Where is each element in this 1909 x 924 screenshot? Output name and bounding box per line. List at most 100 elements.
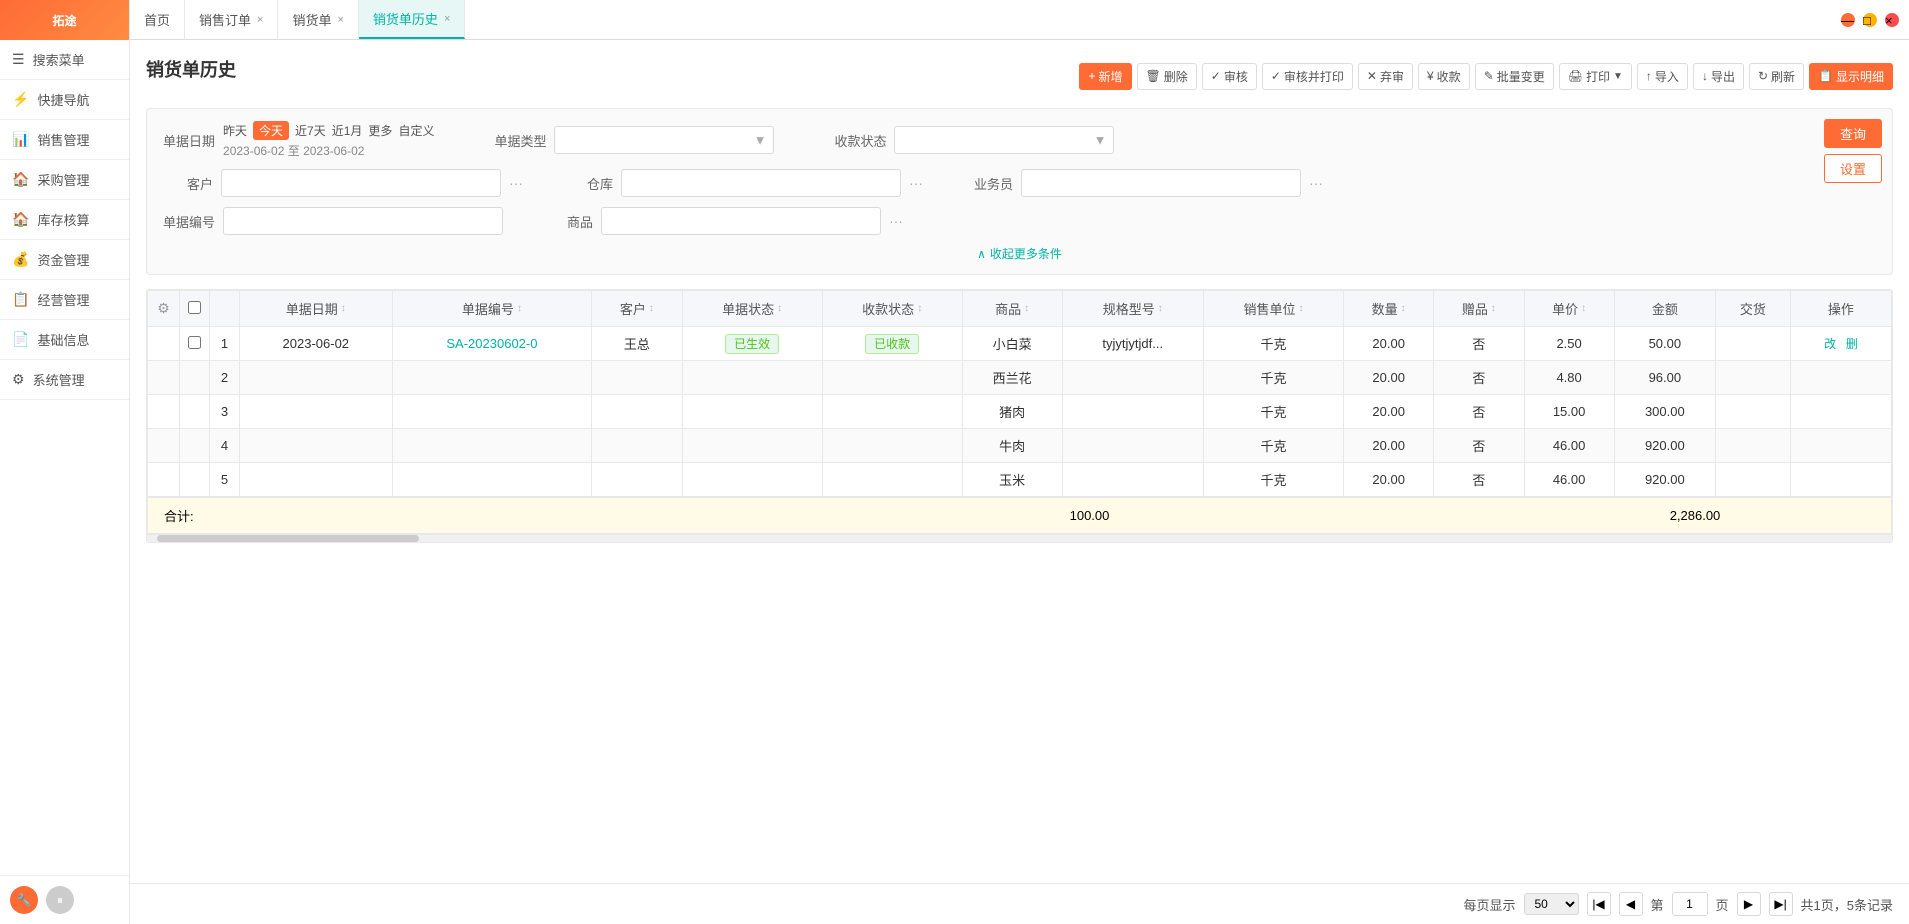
type-select[interactable] xyxy=(554,126,774,154)
last-page-btn[interactable]: ▶| xyxy=(1769,892,1793,916)
query-button[interactable]: 查询 xyxy=(1824,119,1882,148)
abandon-button[interactable]: ✕ 弃审 xyxy=(1358,63,1413,90)
cell-qty-2: 20.00 xyxy=(1344,395,1434,429)
th-customer[interactable]: 客户 ↕ xyxy=(592,291,682,327)
payment-select[interactable] xyxy=(894,126,1114,154)
add-button[interactable]: + 新增 xyxy=(1079,63,1131,90)
tab-sales-order[interactable]: 销售订单 × xyxy=(185,0,278,39)
cell-customer-4 xyxy=(592,463,682,497)
th-spec[interactable]: 规格型号 ↕ xyxy=(1062,291,1203,327)
window-close-btn[interactable]: × xyxy=(1885,13,1899,27)
sidebar-item-quick-nav[interactable]: ⚡ 快捷导航 xyxy=(0,80,129,120)
print-button[interactable]: 🖨 打印 ▼ xyxy=(1559,63,1632,90)
customer-dots[interactable]: ··· xyxy=(509,175,523,191)
sort-spec[interactable]: 规格型号 ↕ xyxy=(1103,299,1163,318)
select-all-checkbox[interactable] xyxy=(188,301,201,314)
sort-icon-spec: ↕ xyxy=(1158,303,1163,314)
doc-no-input[interactable] xyxy=(223,207,503,235)
next-page-btn[interactable]: ▶ xyxy=(1737,892,1761,916)
sort-unit[interactable]: 销售单位 ↕ xyxy=(1244,299,1304,318)
cell-doc-no-4[interactable] xyxy=(392,463,592,497)
date-shortcut-more[interactable]: 更多 xyxy=(368,122,392,139)
warehouse-dots[interactable]: ··· xyxy=(909,175,923,191)
cell-pay-status-0: 已收款 xyxy=(822,327,962,361)
tab-sales-history[interactable]: 销货单历史 × xyxy=(359,0,465,39)
tab-sales-goods[interactable]: 销货单 × xyxy=(278,0,358,39)
action-delete-0[interactable]: 删 xyxy=(1846,337,1858,351)
refresh-button[interactable]: ↻ 刷新 xyxy=(1749,63,1804,90)
goods-dots[interactable]: ··· xyxy=(889,213,903,229)
close-tab-sales-history[interactable]: × xyxy=(444,13,450,25)
th-settings[interactable]: ⚙ xyxy=(148,291,180,327)
sort-doc-date[interactable]: 单据日期 ↕ xyxy=(286,299,346,318)
sidebar-item-sales-mgmt[interactable]: 📊 销售管理 xyxy=(0,120,129,160)
action-edit-0[interactable]: 改 xyxy=(1824,337,1836,351)
cell-doc-no-2[interactable] xyxy=(392,395,592,429)
th-unit[interactable]: 销售单位 ↕ xyxy=(1203,291,1343,327)
th-doc-no[interactable]: 单据编号 ↕ xyxy=(392,291,592,327)
sidebar-item-search-menu[interactable]: ☰ 搜索菜单 xyxy=(0,40,129,80)
goods-input[interactable] xyxy=(601,207,881,235)
th-gift[interactable]: 赠品 ↕ xyxy=(1434,291,1524,327)
th-price[interactable]: 单价 ↕ xyxy=(1524,291,1614,327)
setting-button[interactable]: 设置 xyxy=(1824,154,1882,183)
audit-print-button[interactable]: ✓ 审核并打印 xyxy=(1262,63,1353,90)
first-page-btn[interactable]: |◀ xyxy=(1587,892,1611,916)
date-shortcut-yesterday[interactable]: 昨天 xyxy=(223,122,247,139)
date-shortcut-today[interactable]: 今天 xyxy=(253,121,289,140)
sort-customer[interactable]: 客户 ↕ xyxy=(620,299,654,318)
close-tab-sales-order[interactable]: × xyxy=(257,14,263,26)
cell-doc-no-3[interactable] xyxy=(392,429,592,463)
cell-doc-no-0[interactable]: SA-20230602-0 xyxy=(392,327,592,361)
sort-doc-no[interactable]: 单据编号 ↕ xyxy=(462,299,522,318)
salesperson-dots[interactable]: ··· xyxy=(1309,175,1323,191)
warehouse-input[interactable] xyxy=(621,169,901,197)
sidebar-settings-btn[interactable]: 🔧 xyxy=(10,886,38,914)
collapse-filter-btn[interactable]: ∧ 收起更多条件 xyxy=(163,245,1876,262)
quick-nav-icon: ⚡ xyxy=(12,91,29,108)
horizontal-scrollbar[interactable] xyxy=(147,534,1892,542)
date-shortcut-custom[interactable]: 自定义 xyxy=(398,122,434,139)
customer-input[interactable] xyxy=(221,169,501,197)
date-shortcut-1month[interactable]: 近1月 xyxy=(332,122,363,139)
page-input[interactable] xyxy=(1672,892,1708,916)
salesperson-input[interactable] xyxy=(1021,169,1301,197)
prev-page-btn[interactable]: ◀ xyxy=(1619,892,1643,916)
sort-gift[interactable]: 赠品 ↕ xyxy=(1462,299,1496,318)
window-maximize-btn[interactable]: □ xyxy=(1863,13,1877,27)
collect-button[interactable]: ¥ 收款 xyxy=(1418,63,1470,90)
audit-button[interactable]: ✓ 审核 xyxy=(1202,63,1257,90)
sidebar-pause-btn[interactable]: ⏸ xyxy=(46,886,74,914)
sidebar-item-purchase-mgmt[interactable]: 🏠 采购管理 xyxy=(0,160,129,200)
tab-home[interactable]: 首页 xyxy=(130,0,185,39)
sidebar-item-basic-info[interactable]: 📄 基础信息 xyxy=(0,320,129,360)
batch-change-button[interactable]: ✎ 批量变更 xyxy=(1475,63,1554,90)
show-detail-button[interactable]: 📋 显示明细 xyxy=(1809,63,1893,90)
sort-pay-status[interactable]: 收款状态 ↕ xyxy=(862,299,922,318)
th-qty[interactable]: 数量 ↕ xyxy=(1344,291,1434,327)
row-checkbox-0[interactable] xyxy=(188,336,201,349)
sidebar-item-sys-mgmt[interactable]: ⚙ 系统管理 xyxy=(0,360,129,400)
close-tab-sales-goods[interactable]: × xyxy=(337,14,343,26)
th-doc-status[interactable]: 单据状态 ↕ xyxy=(682,291,822,327)
th-goods[interactable]: 商品 ↕ xyxy=(962,291,1062,327)
date-shortcut-7days[interactable]: 近7天 xyxy=(295,122,326,139)
th-trade: 交货 xyxy=(1715,291,1790,327)
delete-button[interactable]: 🗑 删除 xyxy=(1137,63,1197,90)
sort-price[interactable]: 单价 ↕ xyxy=(1552,299,1586,318)
page-size-select[interactable]: 50 100 200 xyxy=(1524,893,1579,915)
import-button[interactable]: ↑ 导入 xyxy=(1637,63,1688,90)
filter-payment-field: 收款状态 ▼ xyxy=(834,126,1114,154)
th-pay-status[interactable]: 收款状态 ↕ xyxy=(822,291,962,327)
sidebar-item-ops[interactable]: 📋 经营管理 xyxy=(0,280,129,320)
sort-qty[interactable]: 数量 ↕ xyxy=(1372,299,1406,318)
export-button[interactable]: ↓ 导出 xyxy=(1693,63,1744,90)
sort-doc-status[interactable]: 单据状态 ↕ xyxy=(722,299,782,318)
cell-doc-no-1[interactable] xyxy=(392,361,592,395)
sidebar-item-finance[interactable]: 💰 资金管理 xyxy=(0,240,129,280)
cell-pay-status-4 xyxy=(822,463,962,497)
sidebar-item-inventory[interactable]: 🏠 库存核算 xyxy=(0,200,129,240)
sort-goods[interactable]: 商品 ↕ xyxy=(995,299,1029,318)
th-doc-date[interactable]: 单据日期 ↕ xyxy=(240,291,393,327)
window-minimize-btn[interactable]: — xyxy=(1841,13,1855,27)
